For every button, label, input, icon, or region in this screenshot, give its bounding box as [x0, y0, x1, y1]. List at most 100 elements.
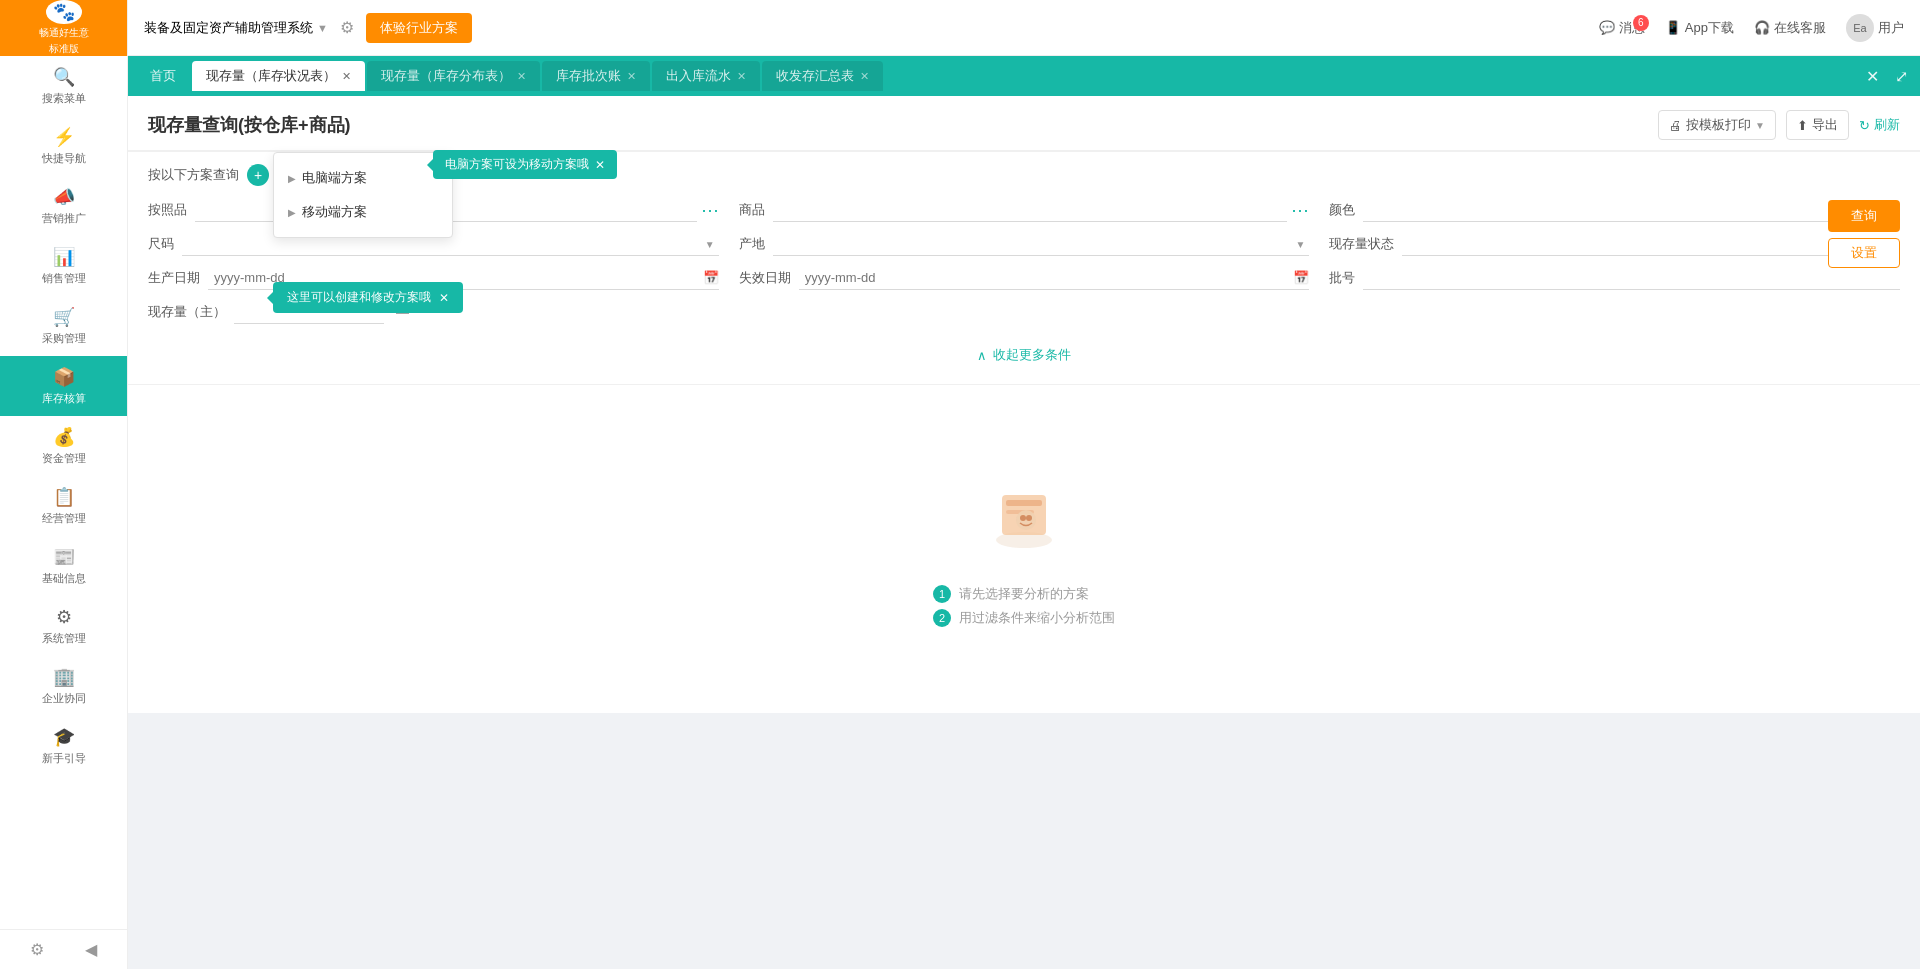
sidebar-item-marketing[interactable]: 📣 营销推广: [0, 176, 127, 236]
tab-receivable-summary[interactable]: 收发存汇总表 ✕: [762, 61, 883, 91]
sidebar-item-basics[interactable]: 📰 基础信息: [0, 536, 127, 596]
tooltip-close-icon[interactable]: ✕: [595, 158, 605, 172]
sidebar-item-sales[interactable]: 📊 销售管理: [0, 236, 127, 296]
sidebar-item-purchase[interactable]: 🛒 采购管理: [0, 296, 127, 356]
tab-close-icon[interactable]: ✕: [517, 70, 526, 83]
svg-rect-2: [1006, 500, 1042, 506]
sidebar-item-label: 营销推广: [42, 211, 86, 226]
refresh-btn[interactable]: ↻ 刷新: [1859, 116, 1900, 134]
filter-field-origin: 产地 ▼: [739, 232, 1310, 256]
expire-date-start-input[interactable]: [799, 266, 1294, 289]
warehouse-dots[interactable]: ⋯: [701, 199, 719, 221]
online-service-action[interactable]: 🎧 在线客服: [1754, 19, 1826, 37]
empty-step-2: 2 用过滤条件来缩小分析范围: [933, 609, 1115, 627]
print-icon: 🖨: [1669, 118, 1682, 133]
size-label: 尺码: [148, 235, 174, 253]
warehouse-label: 按照品: [148, 201, 187, 219]
collapse-label: 收起更多条件: [993, 346, 1071, 364]
page-inner: 现存量查询(按仓库+商品) 🖨 按模板打印 ▼ ⬆ 导出 ↻ 刷新: [128, 96, 1920, 713]
main-area: 装备及固定资产辅助管理系统 ▼ ⚙ 体验行业方案 💬 消息 6 📱 App下载 …: [128, 0, 1920, 969]
settings-icon[interactable]: ⚙: [340, 18, 354, 37]
calendar-icon[interactable]: 📅: [1293, 270, 1309, 285]
origin-label: 产地: [739, 235, 765, 253]
sidebar-item-inventory[interactable]: 📦 库存核算: [0, 356, 127, 416]
color-select[interactable]: [1363, 198, 1900, 222]
notification-action[interactable]: 💬 消息 6: [1599, 19, 1645, 37]
collapse-btn[interactable]: ∧ 收起更多条件: [148, 338, 1900, 372]
sidebar-item-finance[interactable]: 💰 资金管理: [0, 416, 127, 476]
filter-add-btn[interactable]: +: [247, 164, 269, 186]
logo-symbol: 🐾: [53, 1, 75, 23]
filter-label: 按以下方案查询: [148, 166, 239, 184]
system-title-select[interactable]: 装备及固定资产辅助管理系统 ▼: [144, 19, 328, 37]
footer-collapse-btn[interactable]: ◀: [85, 940, 97, 959]
search-button[interactable]: 查询: [1828, 200, 1900, 232]
stock-status-label: 现存量状态: [1329, 235, 1394, 253]
svg-point-6: [1026, 515, 1032, 521]
guide-icon: 🎓: [53, 726, 75, 748]
top-header: 装备及固定资产辅助管理系统 ▼ ⚙ 体验行业方案 💬 消息 6 📱 App下载 …: [128, 0, 1920, 56]
tab-batch-account[interactable]: 库存批次账 ✕: [542, 61, 650, 91]
tab-close-icon[interactable]: ✕: [627, 70, 636, 83]
inventory-icon: 📦: [53, 366, 75, 388]
edit-tooltip-close-icon[interactable]: ✕: [439, 291, 449, 305]
origin-select[interactable]: [773, 232, 1310, 256]
app-download-action[interactable]: 📱 App下载: [1665, 19, 1734, 37]
export-btn[interactable]: ⬆ 导出: [1786, 110, 1849, 140]
finance-icon: 💰: [53, 426, 75, 448]
tab-inventory-status[interactable]: 现存量（库存状况表） ✕: [192, 61, 365, 91]
batch-no-input[interactable]: [1363, 266, 1900, 290]
origin-select-wrap: ▼: [773, 232, 1310, 256]
empty-state: 1 请先选择要分析的方案 2 用过滤条件来缩小分析范围: [128, 385, 1920, 713]
tab-fullscreen-icon[interactable]: ⤢: [1891, 63, 1912, 90]
sidebar-item-label: 采购管理: [42, 331, 86, 346]
tab-close-all-icon[interactable]: ✕: [1862, 63, 1883, 90]
tab-close-icon[interactable]: ✕: [342, 70, 351, 83]
sidebar-item-quick-nav[interactable]: ⚡ 快捷导航: [0, 116, 127, 176]
sidebar-item-label: 系统管理: [42, 631, 86, 646]
scheme-item-mobile[interactable]: ▶ 移动端方案: [274, 195, 452, 229]
reset-button[interactable]: 设置: [1828, 238, 1900, 268]
sidebar-item-operations[interactable]: 📋 经营管理: [0, 476, 127, 536]
tab-close-icon[interactable]: ✕: [737, 70, 746, 83]
sidebar-item-guide[interactable]: 🎓 新手引导: [0, 716, 127, 776]
user-action[interactable]: Ea 用户: [1846, 14, 1904, 42]
sidebar-item-label: 库存核算: [42, 391, 86, 406]
tab-bar: 首页 现存量（库存状况表） ✕ 现存量（库存分布表） ✕ 库存批次账 ✕ 出入库…: [128, 56, 1920, 96]
step-2-text: 用过滤条件来缩小分析范围: [959, 609, 1115, 627]
svg-point-4: [1016, 510, 1036, 530]
tab-inventory-status-label: 现存量（库存状况表）: [206, 67, 336, 85]
page-content: 现存量查询(按仓库+商品) 🖨 按模板打印 ▼ ⬆ 导出 ↻ 刷新: [128, 96, 1920, 969]
logo-icon: 🐾: [46, 0, 82, 24]
step-2-num: 2: [933, 609, 951, 627]
sidebar-item-search-menu[interactable]: 🔍 搜索菜单: [0, 56, 127, 116]
calendar-icon[interactable]: 📅: [703, 270, 719, 285]
scheme-item-label: 移动端方案: [302, 203, 367, 221]
sidebar-item-system[interactable]: ⚙ 系统管理: [0, 596, 127, 656]
operations-icon: 📋: [53, 486, 75, 508]
print-btn[interactable]: 🖨 按模板打印 ▼: [1658, 110, 1776, 140]
batch-no-label: 批号: [1329, 269, 1355, 287]
print-label: 按模板打印: [1686, 116, 1751, 134]
chevron-right-icon: ▶: [288, 173, 296, 184]
footer-settings-btn[interactable]: ⚙: [30, 940, 44, 959]
header-right: 💬 消息 6 📱 App下载 🎧 在线客服 Ea 用户: [1599, 14, 1904, 42]
tab-inventory-distribution[interactable]: 现存量（库存分布表） ✕: [367, 61, 540, 91]
sidebar-logo: 🐾 畅通好生意 标准版: [0, 0, 127, 56]
stock-status-select[interactable]: [1402, 232, 1900, 256]
marketing-icon: 📣: [53, 186, 75, 208]
sidebar-item-enterprise[interactable]: 🏢 企业协同: [0, 656, 127, 716]
tab-home[interactable]: 首页: [136, 61, 190, 91]
purchase-icon: 🛒: [53, 306, 75, 328]
tab-inout-flow[interactable]: 出入库流水 ✕: [652, 61, 760, 91]
logo-brand: 畅通好生意: [39, 26, 89, 40]
goods-dots[interactable]: ⋯: [1291, 199, 1309, 221]
sidebar-item-label: 新手引导: [42, 751, 86, 766]
tab-close-icon[interactable]: ✕: [860, 70, 869, 83]
scheme-item-desktop[interactable]: ▶ 电脑端方案: [274, 161, 452, 195]
goods-input[interactable]: [773, 198, 1288, 222]
trial-button[interactable]: 体验行业方案: [366, 13, 472, 43]
page-actions: 🖨 按模板打印 ▼ ⬆ 导出 ↻ 刷新: [1658, 110, 1900, 140]
color-label: 颜色: [1329, 201, 1355, 219]
filter-field-goods: 商品 ⋯: [739, 198, 1310, 222]
